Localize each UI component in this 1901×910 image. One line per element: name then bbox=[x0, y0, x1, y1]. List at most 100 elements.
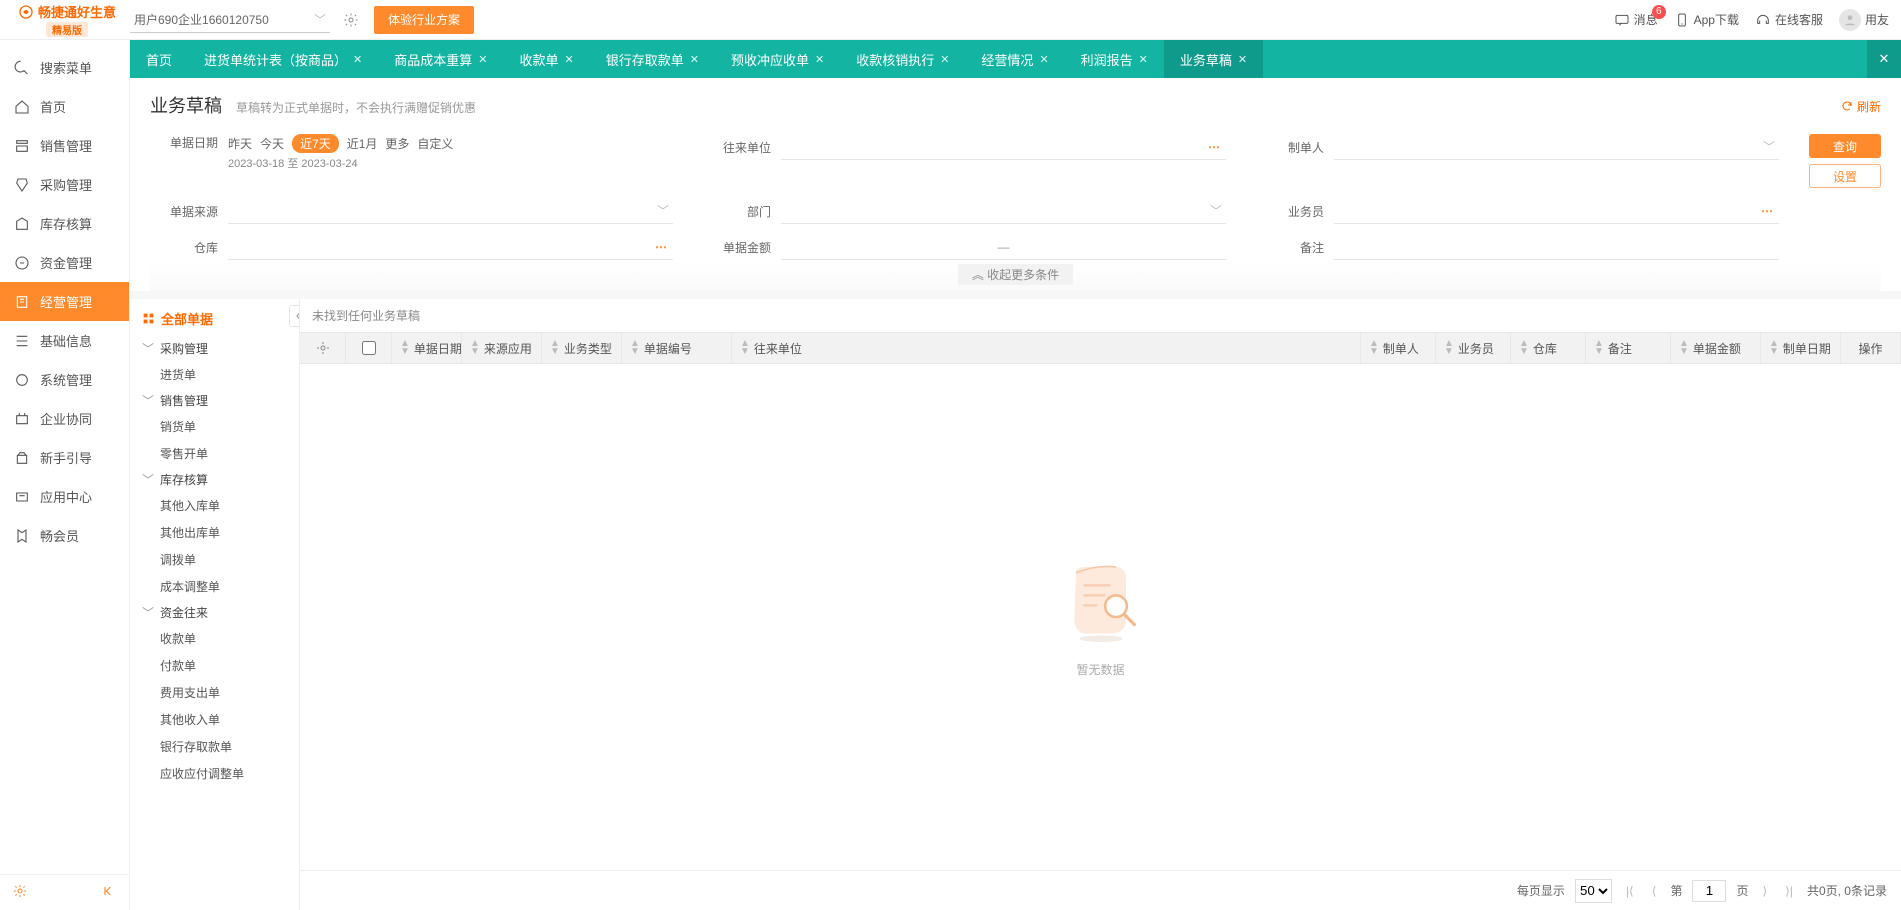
source-select[interactable]: ﹀ bbox=[228, 198, 673, 224]
remark-input[interactable] bbox=[1334, 234, 1779, 260]
close-icon[interactable]: ✕ bbox=[565, 53, 574, 66]
date-quick-近7天[interactable]: 近7天 bbox=[292, 134, 339, 153]
main-panel: 未找到任何业务草稿 ▲▼单据日期▲▼来源应用▲▼业务类型▲▼单据编号▲▼往来单位… bbox=[300, 299, 1901, 910]
tab-1[interactable]: 进货单统计表（按商品）✕ bbox=[188, 40, 378, 78]
column-header-3[interactable]: ▲▼单据编号 bbox=[622, 333, 732, 363]
operator-input[interactable]: ⋯ bbox=[1334, 198, 1779, 224]
amount-input[interactable]: — bbox=[781, 234, 1226, 260]
column-header-2[interactable]: ▲▼业务类型 bbox=[542, 333, 622, 363]
close-icon[interactable]: ✕ bbox=[478, 53, 487, 66]
industry-plan-button[interactable]: 体验行业方案 bbox=[374, 6, 474, 34]
category-group-1[interactable]: ﹀销售管理 bbox=[130, 388, 299, 413]
tenant-settings-button[interactable] bbox=[338, 7, 364, 33]
sidebar-item-5[interactable]: 资金管理 bbox=[0, 243, 129, 282]
tab-8[interactable]: 利润报告✕ bbox=[1065, 40, 1164, 78]
sidebar-item-6[interactable]: 经营管理 bbox=[0, 282, 129, 321]
tab-6[interactable]: 收款核销执行✕ bbox=[840, 40, 965, 78]
close-icon[interactable]: ✕ bbox=[1039, 53, 1048, 66]
sidebar-item-2[interactable]: 销售管理 bbox=[0, 126, 129, 165]
dept-select[interactable]: ﹀ bbox=[781, 198, 1226, 224]
next-page-button[interactable]: ⟩ bbox=[1758, 884, 1771, 898]
tab-7[interactable]: 经营情况✕ bbox=[965, 40, 1064, 78]
filter-settings-button[interactable]: 设置 bbox=[1809, 164, 1881, 188]
collapse-filters-button[interactable]: ︽ 收起更多条件 bbox=[150, 260, 1881, 291]
sidebar-item-10[interactable]: 新手引导 bbox=[0, 438, 129, 477]
sidebar-item-4[interactable]: 库存核算 bbox=[0, 204, 129, 243]
date-quick-自定义[interactable]: 自定义 bbox=[417, 135, 453, 152]
category-item-0-0[interactable]: 进货单 bbox=[130, 361, 299, 388]
tab-3[interactable]: 收款单✕ bbox=[503, 40, 589, 78]
tab-4[interactable]: 银行存取款单✕ bbox=[590, 40, 715, 78]
refresh-button[interactable]: 刷新 bbox=[1841, 98, 1881, 115]
app-download-button[interactable]: App下载 bbox=[1674, 11, 1739, 28]
column-header-9[interactable]: ▲▼单据金额 bbox=[1671, 333, 1761, 363]
tab-9[interactable]: 业务草稿✕ bbox=[1164, 40, 1263, 78]
column-header-11[interactable]: 操作 bbox=[1841, 333, 1901, 363]
close-icon[interactable]: ✕ bbox=[690, 53, 699, 66]
tab-5[interactable]: 预收冲应收单✕ bbox=[715, 40, 840, 78]
column-header-6[interactable]: ▲▼业务员 bbox=[1436, 333, 1511, 363]
close-icon[interactable]: ✕ bbox=[1139, 53, 1148, 66]
category-group-3[interactable]: ﹀资金往来 bbox=[130, 600, 299, 625]
sidebar-item-12[interactable]: 畅会员 bbox=[0, 516, 129, 555]
sidebar-collapse-button[interactable] bbox=[101, 883, 117, 902]
close-icon[interactable]: ✕ bbox=[353, 53, 362, 66]
last-page-button[interactable]: ⟩| bbox=[1781, 884, 1797, 898]
sidebar-item-3[interactable]: 采购管理 bbox=[0, 165, 129, 204]
close-all-tabs-button[interactable]: ✕ bbox=[1867, 40, 1901, 78]
category-item-2-1[interactable]: 其他出库单 bbox=[130, 519, 299, 546]
close-icon[interactable]: ✕ bbox=[940, 53, 949, 66]
sidebar-item-8[interactable]: 系统管理 bbox=[0, 360, 129, 399]
panel-collapse-button[interactable] bbox=[289, 305, 300, 327]
category-item-2-3[interactable]: 成本调整单 bbox=[130, 573, 299, 600]
column-header-8[interactable]: ▲▼备注 bbox=[1586, 333, 1671, 363]
warehouse-input[interactable]: ⋯ bbox=[228, 234, 673, 260]
category-group-0[interactable]: ﹀采购管理 bbox=[130, 336, 299, 361]
sidebar-item-9[interactable]: 企业协同 bbox=[0, 399, 129, 438]
messages-button[interactable]: 消息 6 bbox=[1614, 11, 1658, 28]
date-quick-近1月[interactable]: 近1月 bbox=[347, 135, 378, 152]
column-settings-button[interactable] bbox=[300, 333, 346, 363]
date-quick-昨天[interactable]: 昨天 bbox=[228, 135, 252, 152]
tenant-select[interactable]: 用户690企业1660120750 ﹀ bbox=[130, 7, 330, 33]
column-header-1[interactable]: ▲▼来源应用 bbox=[462, 333, 542, 363]
category-item-1-0[interactable]: 销货单 bbox=[130, 413, 299, 440]
maker-select[interactable]: ﹀ bbox=[1334, 134, 1779, 160]
sidebar-item-7[interactable]: 基础信息 bbox=[0, 321, 129, 360]
close-icon[interactable]: ✕ bbox=[1238, 53, 1247, 66]
tab-0[interactable]: 首页 bbox=[130, 40, 188, 78]
column-header-5[interactable]: ▲▼制单人 bbox=[1361, 333, 1436, 363]
query-button[interactable]: 查询 bbox=[1809, 134, 1881, 158]
sidebar-item-0[interactable]: 搜索菜单 bbox=[0, 48, 129, 87]
date-range-text: 2023-03-18 至 2023-03-24 bbox=[228, 155, 673, 171]
column-header-0[interactable]: ▲▼单据日期 bbox=[392, 333, 462, 363]
user-menu[interactable]: 用友 bbox=[1839, 9, 1889, 31]
date-quick-今天[interactable]: 今天 bbox=[260, 135, 284, 152]
support-button[interactable]: 在线客服 bbox=[1755, 11, 1823, 28]
per-page-select[interactable]: 50 bbox=[1575, 879, 1612, 903]
sidebar-item-1[interactable]: 首页 bbox=[0, 87, 129, 126]
category-item-3-1[interactable]: 付款单 bbox=[130, 652, 299, 679]
column-header-10[interactable]: ▲▼制单日期 bbox=[1761, 333, 1841, 363]
category-item-1-1[interactable]: 零售开单 bbox=[130, 440, 299, 467]
category-group-2[interactable]: ﹀库存核算 bbox=[130, 467, 299, 492]
close-icon[interactable]: ✕ bbox=[815, 53, 824, 66]
category-item-3-5[interactable]: 应收应付调整单 bbox=[130, 760, 299, 787]
category-item-3-3[interactable]: 其他收入单 bbox=[130, 706, 299, 733]
category-item-3-0[interactable]: 收款单 bbox=[130, 625, 299, 652]
category-item-3-2[interactable]: 费用支出单 bbox=[130, 679, 299, 706]
prev-page-button[interactable]: ⟨ bbox=[1648, 884, 1661, 898]
category-item-3-4[interactable]: 银行存取款单 bbox=[130, 733, 299, 760]
select-all-checkbox[interactable] bbox=[346, 333, 392, 363]
sidebar-settings-button[interactable] bbox=[12, 883, 28, 902]
category-item-2-2[interactable]: 调拨单 bbox=[130, 546, 299, 573]
first-page-button[interactable]: |⟨ bbox=[1622, 884, 1638, 898]
category-item-2-0[interactable]: 其他入库单 bbox=[130, 492, 299, 519]
column-header-4[interactable]: ▲▼往来单位 bbox=[732, 333, 1361, 363]
column-header-7[interactable]: ▲▼仓库 bbox=[1511, 333, 1586, 363]
page-input[interactable] bbox=[1692, 880, 1726, 902]
tab-2[interactable]: 商品成本重算✕ bbox=[378, 40, 503, 78]
partner-input[interactable]: ⋯ bbox=[781, 134, 1226, 160]
sidebar-item-11[interactable]: 应用中心 bbox=[0, 477, 129, 516]
date-quick-更多[interactable]: 更多 bbox=[385, 135, 409, 152]
